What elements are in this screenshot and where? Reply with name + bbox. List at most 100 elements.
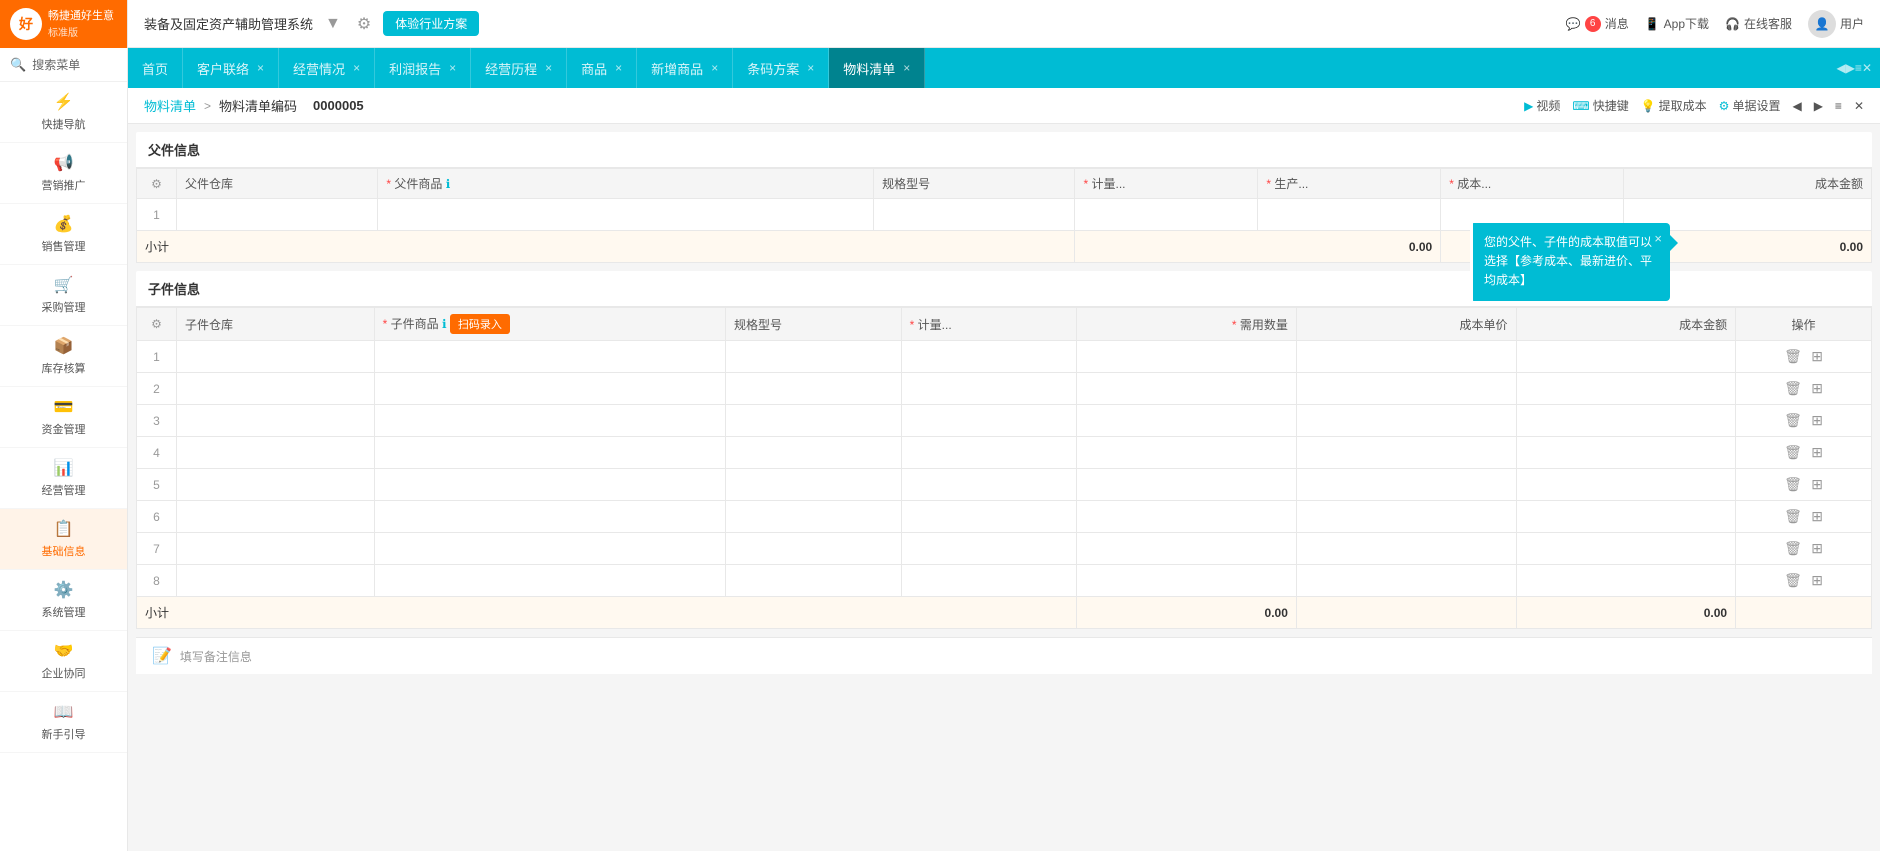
parent-spec-cell[interactable] (874, 199, 1075, 231)
tab-profit-close[interactable]: × (449, 61, 456, 75)
child-warehouse-4[interactable] (177, 437, 375, 469)
tab-barcode[interactable]: 条码方案 × (733, 48, 829, 88)
tab-goods[interactable]: 商品 × (567, 48, 637, 88)
child-unit-2[interactable] (901, 373, 1077, 405)
table-view-btn[interactable]: ≡ (1835, 99, 1842, 113)
sidebar-item-finance[interactable]: 💳 资金管理 (0, 387, 127, 448)
child-qty-7[interactable] (1077, 533, 1297, 565)
child-spec-5[interactable] (725, 469, 901, 501)
child-goods-7[interactable] (374, 533, 725, 565)
tab-close-all[interactable]: ✕ (1862, 61, 1872, 75)
child-qty-2[interactable] (1077, 373, 1297, 405)
child-goods-4[interactable] (374, 437, 725, 469)
tab-bom-close[interactable]: × (903, 61, 910, 75)
copy-icon-5[interactable]: ⊞ (1811, 476, 1823, 492)
user-action[interactable]: 👤 用户 (1808, 10, 1864, 38)
child-warehouse-1[interactable] (177, 341, 375, 373)
child-goods-2[interactable] (374, 373, 725, 405)
child-unit-8[interactable] (901, 565, 1077, 597)
child-unit-7[interactable] (901, 533, 1077, 565)
sidebar-item-inventory[interactable]: 📦 库存核算 (0, 326, 127, 387)
single-setting-btn[interactable]: ⚙ 单据设置 (1719, 97, 1781, 114)
child-goods-3[interactable] (374, 405, 725, 437)
delete-icon-7[interactable]: 🗑 (1784, 540, 1802, 556)
tab-new-goods-close[interactable]: × (711, 61, 718, 75)
child-qty-4[interactable] (1077, 437, 1297, 469)
sidebar-item-sales[interactable]: 💰 销售管理 (0, 204, 127, 265)
delete-icon-1[interactable]: 🗑 (1784, 348, 1802, 364)
child-spec-7[interactable] (725, 533, 901, 565)
sidebar-item-guide[interactable]: 📖 新手引导 (0, 692, 127, 753)
nav-prev-btn[interactable]: ◀ (1792, 99, 1801, 113)
tooltip-close-btn[interactable]: × (1654, 229, 1662, 250)
sidebar-item-quick-nav[interactable]: ⚡ 快捷导航 (0, 82, 127, 143)
delete-icon-3[interactable]: 🗑 (1784, 412, 1802, 428)
nav-close-btn[interactable]: ✕ (1854, 99, 1864, 113)
child-qty-5[interactable] (1077, 469, 1297, 501)
sidebar-item-marketing[interactable]: 📢 营销推广 (0, 143, 127, 204)
sidebar-item-purchase[interactable]: 🛒 采购管理 (0, 265, 127, 326)
child-unit-6[interactable] (901, 501, 1077, 533)
sidebar-item-operations[interactable]: 📊 经营管理 (0, 448, 127, 509)
message-action[interactable]: 💬 6 消息 (1566, 15, 1629, 32)
child-unit-cost-8[interactable] (1296, 565, 1516, 597)
tab-new-goods[interactable]: 新增商品 × (637, 48, 733, 88)
tab-home[interactable]: 首页 (128, 48, 183, 88)
child-unit-1[interactable] (901, 341, 1077, 373)
parent-produce-cell[interactable] (1258, 199, 1441, 231)
child-spec-4[interactable] (725, 437, 901, 469)
delete-icon-5[interactable]: 🗑 (1784, 476, 1802, 492)
child-unit-cost-7[interactable] (1296, 533, 1516, 565)
child-unit-cost-3[interactable] (1296, 405, 1516, 437)
breadcrumb-bom[interactable]: 物料清单 (144, 96, 196, 115)
delete-icon-8[interactable]: 🗑 (1784, 572, 1802, 588)
child-unit-5[interactable] (901, 469, 1077, 501)
note-placeholder[interactable]: 填写备注信息 (180, 648, 252, 665)
app-download-action[interactable]: 📱 App下载 (1645, 15, 1709, 32)
child-goods-1[interactable] (374, 341, 725, 373)
tab-customer-close[interactable]: × (257, 61, 264, 75)
search-menu-btn[interactable]: 🔍 搜索菜单 (0, 48, 127, 82)
sidebar-item-system[interactable]: ⚙️ 系统管理 (0, 570, 127, 631)
tab-goods-close[interactable]: × (615, 61, 622, 75)
copy-icon-1[interactable]: ⊞ (1811, 348, 1823, 364)
child-warehouse-3[interactable] (177, 405, 375, 437)
parent-settings-icon[interactable]: ⚙ (151, 177, 162, 191)
tab-history[interactable]: 经营历程 × (471, 48, 567, 88)
th-parent-settings[interactable]: ⚙ (137, 169, 177, 199)
child-unit-3[interactable] (901, 405, 1077, 437)
tab-barcode-close[interactable]: × (807, 61, 814, 75)
parent-warehouse-cell[interactable] (177, 199, 378, 231)
child-spec-1[interactable] (725, 341, 901, 373)
copy-icon-4[interactable]: ⊞ (1811, 444, 1823, 460)
parent-goods-cell[interactable] (378, 199, 874, 231)
copy-icon-6[interactable]: ⊞ (1811, 508, 1823, 524)
extract-cost-btn[interactable]: 💡 提取成本 (1641, 97, 1707, 114)
child-settings-icon[interactable]: ⚙ (151, 317, 162, 331)
dropdown-arrow-btn[interactable]: ▼ (321, 13, 345, 35)
child-spec-8[interactable] (725, 565, 901, 597)
scan-input-btn[interactable]: 扫码录入 (450, 314, 510, 334)
child-qty-1[interactable] (1077, 341, 1297, 373)
shortcut-btn[interactable]: ⌨ 快捷键 (1572, 97, 1628, 114)
child-warehouse-8[interactable] (177, 565, 375, 597)
copy-icon-7[interactable]: ⊞ (1811, 540, 1823, 556)
video-btn[interactable]: ▶ 视频 (1524, 97, 1560, 114)
child-qty-8[interactable] (1077, 565, 1297, 597)
th-child-settings[interactable]: ⚙ (137, 308, 177, 341)
tab-right-arrow[interactable]: ▶ (1846, 61, 1855, 75)
child-unit-cost-1[interactable] (1296, 341, 1516, 373)
child-spec-6[interactable] (725, 501, 901, 533)
tab-bom[interactable]: 物料清单 × (829, 48, 925, 88)
child-warehouse-7[interactable] (177, 533, 375, 565)
child-goods-8[interactable] (374, 565, 725, 597)
child-goods-6[interactable] (374, 501, 725, 533)
child-warehouse-5[interactable] (177, 469, 375, 501)
copy-icon-3[interactable]: ⊞ (1811, 412, 1823, 428)
tab-history-close[interactable]: × (545, 61, 552, 75)
child-unit-cost-2[interactable] (1296, 373, 1516, 405)
child-warehouse-2[interactable] (177, 373, 375, 405)
child-unit-4[interactable] (901, 437, 1077, 469)
child-spec-2[interactable] (725, 373, 901, 405)
child-qty-3[interactable] (1077, 405, 1297, 437)
